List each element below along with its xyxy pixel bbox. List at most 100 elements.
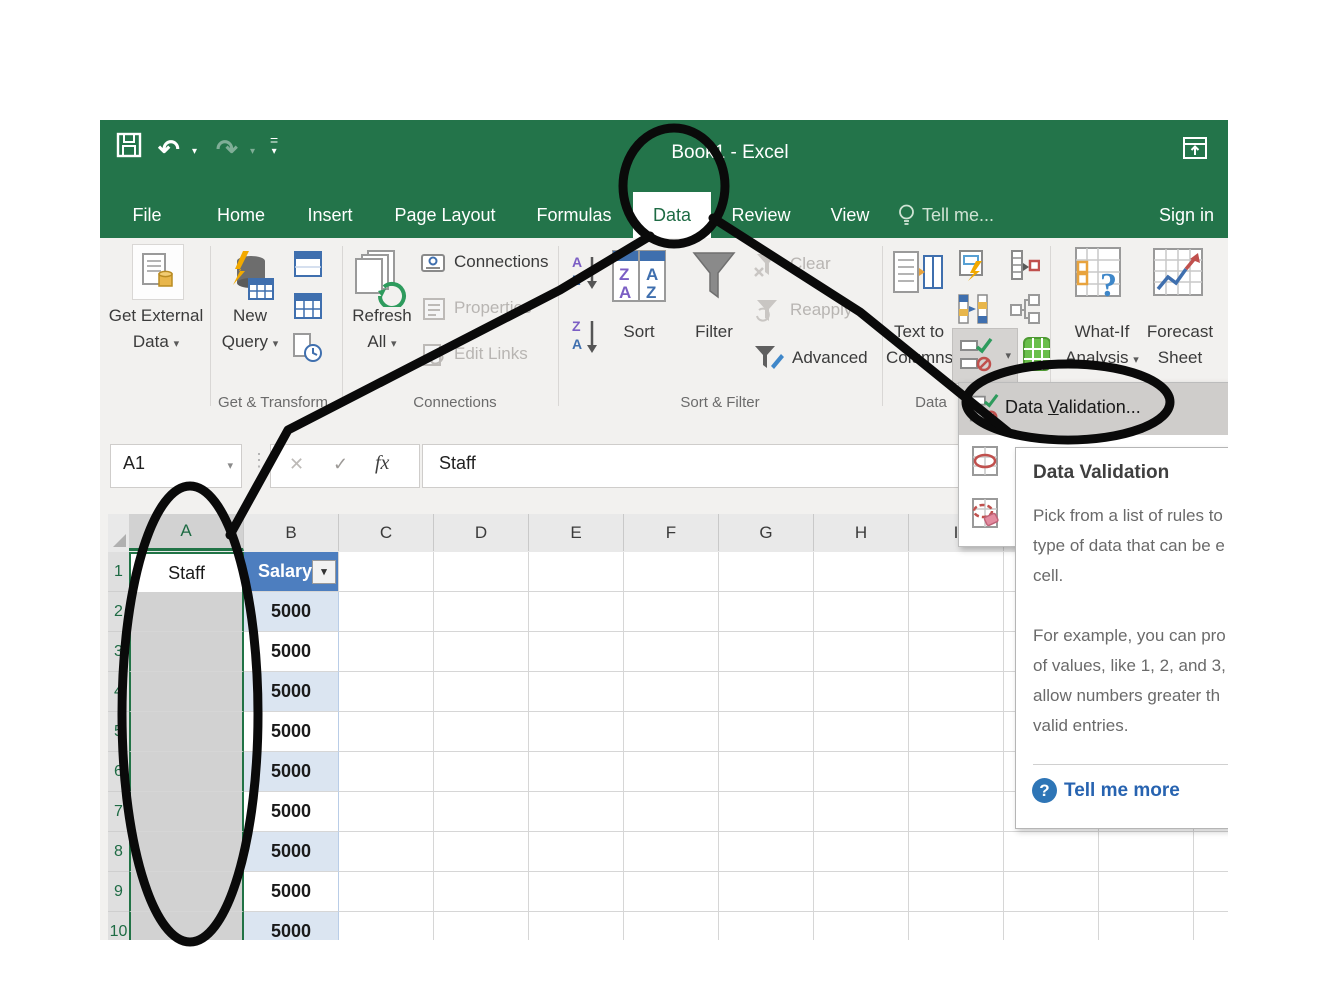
cell-C9[interactable] <box>339 872 434 912</box>
cell-D7[interactable] <box>434 792 529 832</box>
cell-A9[interactable] <box>129 872 244 912</box>
save-button[interactable] <box>116 132 142 163</box>
cell-B3[interactable]: 5000 <box>244 632 339 672</box>
row-header-2[interactable]: 2 <box>108 592 130 632</box>
new-query-button[interactable] <box>218 246 280 310</box>
row-header-1[interactable]: 1 <box>108 552 130 592</box>
cell-x9[interactable] <box>1004 872 1099 912</box>
properties-button[interactable] <box>420 296 448 322</box>
cell-C3[interactable] <box>339 632 434 672</box>
filter-button[interactable] <box>686 248 742 306</box>
cell-D9[interactable] <box>434 872 529 912</box>
cell-I8[interactable] <box>909 832 1004 872</box>
cell-H6[interactable] <box>814 752 909 792</box>
cell-D1[interactable] <box>434 552 529 592</box>
cell-C4[interactable] <box>339 672 434 712</box>
cell-B1[interactable]: Salary ▾ <box>244 552 339 592</box>
cell-H3[interactable] <box>814 632 909 672</box>
undo-dropdown[interactable]: ▾ <box>192 146 197 157</box>
row-header-8[interactable]: 8 <box>108 832 130 872</box>
column-header-E[interactable]: E <box>529 514 624 551</box>
cell-D4[interactable] <box>434 672 529 712</box>
cell-E8[interactable] <box>529 832 624 872</box>
tab-insert[interactable]: Insert <box>307 192 352 238</box>
cell-F9[interactable] <box>624 872 719 912</box>
tab-file[interactable]: File <box>132 192 161 238</box>
cell-F1[interactable] <box>624 552 719 592</box>
cell-E1[interactable] <box>529 552 624 592</box>
edit-links-button[interactable] <box>420 342 448 368</box>
row-header-5[interactable]: 5 <box>108 712 130 752</box>
name-box-dropdown-icon[interactable]: ▾ <box>227 459 233 472</box>
consolidate-button[interactable] <box>1008 248 1042 282</box>
ribbon-display-button[interactable] <box>1182 136 1208 165</box>
cell-x9[interactable] <box>1099 872 1194 912</box>
cell-E10[interactable] <box>529 912 624 940</box>
cell-F4[interactable] <box>624 672 719 712</box>
cell-G10[interactable] <box>719 912 814 940</box>
reapply-button[interactable] <box>752 298 782 324</box>
sort-desc-button[interactable]: Z A <box>568 316 604 356</box>
cell-E4[interactable] <box>529 672 624 712</box>
flash-fill-button[interactable] <box>956 248 990 282</box>
sort-button[interactable]: Z A A Z <box>608 246 670 306</box>
column-header-A[interactable]: A <box>129 514 244 551</box>
what-if-button[interactable]: ? <box>1072 244 1132 306</box>
formula-bar-splitter[interactable]: ⋮ <box>250 450 268 471</box>
row-header-7[interactable]: 7 <box>108 792 130 832</box>
menu-item-data-validation[interactable]: Data Validation... <box>959 383 1228 435</box>
name-box[interactable]: A1 ▾ <box>110 444 242 488</box>
cell-G9[interactable] <box>719 872 814 912</box>
cell-G5[interactable] <box>719 712 814 752</box>
show-queries-button[interactable] <box>292 248 324 280</box>
cell-G1[interactable] <box>719 552 814 592</box>
relationships-button[interactable] <box>1008 292 1042 326</box>
cell-G2[interactable] <box>719 592 814 632</box>
column-header-H[interactable]: H <box>814 514 909 551</box>
cell-D10[interactable] <box>434 912 529 940</box>
cell-G6[interactable] <box>719 752 814 792</box>
cell-C1[interactable] <box>339 552 434 592</box>
cell-I6[interactable] <box>909 752 1004 792</box>
cell-x8[interactable] <box>1004 832 1099 872</box>
data-validation-button[interactable]: ▾ <box>952 328 1018 384</box>
cell-H4[interactable] <box>814 672 909 712</box>
tab-page-layout[interactable]: Page Layout <box>394 192 495 238</box>
undo-button[interactable]: ↶ <box>158 134 180 165</box>
cell-F8[interactable] <box>624 832 719 872</box>
cell-A10[interactable] <box>129 912 244 940</box>
row-header-9[interactable]: 9 <box>108 872 130 912</box>
clear-filter-button[interactable] <box>752 252 782 278</box>
row-header-3[interactable]: 3 <box>108 632 130 672</box>
cell-x10[interactable] <box>1004 912 1099 940</box>
cell-F6[interactable] <box>624 752 719 792</box>
connections-label[interactable]: Connections <box>454 252 549 272</box>
from-table-button[interactable] <box>292 290 324 322</box>
cell-A4[interactable] <box>129 672 244 712</box>
row-header-4[interactable]: 4 <box>108 672 130 712</box>
cell-D5[interactable] <box>434 712 529 752</box>
fx-icon[interactable]: fx <box>375 452 389 475</box>
connections-button[interactable] <box>420 250 448 276</box>
tab-view[interactable]: View <box>831 192 870 238</box>
qat-customize-button[interactable]: = ▾ <box>270 133 278 159</box>
cell-D8[interactable] <box>434 832 529 872</box>
cell-B6[interactable]: 5000 <box>244 752 339 792</box>
cell-B5[interactable]: 5000 <box>244 712 339 752</box>
cell-A8[interactable] <box>129 832 244 872</box>
tab-formulas[interactable]: Formulas <box>536 192 611 238</box>
cell-G8[interactable] <box>719 832 814 872</box>
data-validation-dropdown-arrow[interactable]: ▾ <box>1005 349 1011 362</box>
tab-review[interactable]: Review <box>731 192 790 238</box>
cell-I9[interactable] <box>909 872 1004 912</box>
cell-I5[interactable] <box>909 712 1004 752</box>
advanced-filter-button[interactable] <box>752 344 786 372</box>
cell-H7[interactable] <box>814 792 909 832</box>
cell-I7[interactable] <box>909 792 1004 832</box>
recent-sources-button[interactable] <box>292 332 324 364</box>
cell-I10[interactable] <box>909 912 1004 940</box>
cell-F10[interactable] <box>624 912 719 940</box>
cell-A1[interactable]: Staff <box>129 552 244 595</box>
cell-x8[interactable] <box>1099 832 1194 872</box>
cell-F7[interactable] <box>624 792 719 832</box>
